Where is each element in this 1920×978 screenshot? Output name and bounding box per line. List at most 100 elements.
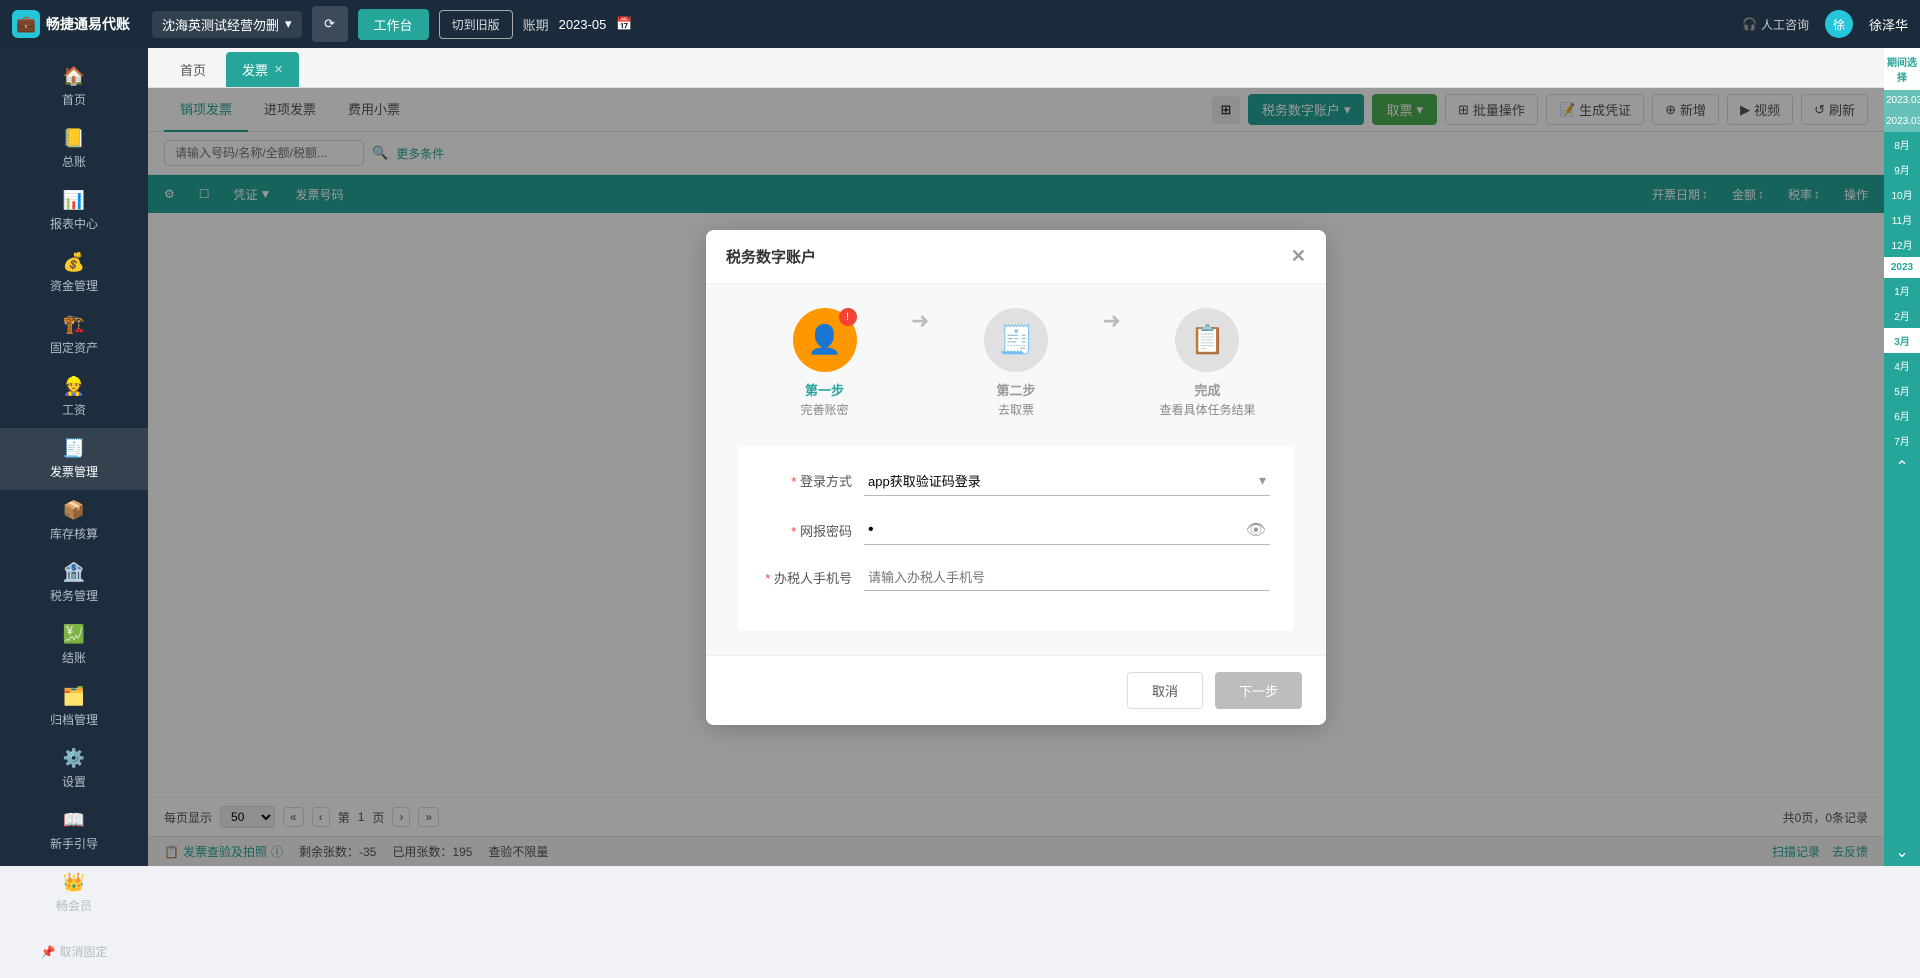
period-apr[interactable]: 4月 bbox=[1884, 353, 1920, 378]
login-method-label: * 登录方式 bbox=[762, 471, 852, 490]
sidebar-item-ledger[interactable]: 📒 总账 bbox=[0, 118, 148, 180]
chevron-down-icon: ▾ bbox=[285, 16, 292, 32]
sidebar-item-tax[interactable]: 🏦 税务管理 bbox=[0, 552, 148, 614]
period-2023-03-2[interactable]: 2023.03 bbox=[1884, 111, 1920, 132]
period-dec[interactable]: 12月 bbox=[1884, 232, 1920, 257]
settlement-icon: 💹 bbox=[63, 624, 85, 645]
sidebar-label-home: 首页 bbox=[62, 91, 86, 108]
sidebar-label-ledger: 总账 bbox=[62, 153, 86, 170]
sidebar-label-assets: 固定资产 bbox=[50, 339, 98, 356]
phone-group: * 办税人手机号 bbox=[762, 565, 1270, 591]
main-content: 首页 发票 ✕ 销项发票 进项发票 费用小票 ⊞ bbox=[148, 48, 1884, 866]
step-2: 🧾 第二步 去取票 bbox=[929, 308, 1102, 418]
avatar[interactable]: 徐 bbox=[1825, 10, 1853, 38]
period-may[interactable]: 5月 bbox=[1884, 378, 1920, 403]
invoice-tab-label: 发票 bbox=[242, 60, 268, 79]
sidebar-label-archive: 归档管理 bbox=[50, 711, 98, 728]
modal-close-button[interactable]: ✕ bbox=[1291, 246, 1306, 267]
top-bar: 💼 畅捷通易代账 沈海英测试经营勿删 ▾ ⟳ 工作台 切到旧版 账期 2023-… bbox=[0, 0, 1920, 48]
period-jan[interactable]: 1月 bbox=[1884, 278, 1920, 303]
sidebar-label-tax: 税务管理 bbox=[50, 587, 98, 604]
password-label: * 网报密码 bbox=[762, 521, 852, 540]
period-nov[interactable]: 11月 bbox=[1884, 207, 1920, 232]
modal-body: 👤 ! 第一步 完善账密 ➜ 🧾 bbox=[706, 284, 1326, 655]
tab-invoice[interactable]: 发票 ✕ bbox=[226, 52, 299, 87]
reports-icon: 📊 bbox=[63, 190, 85, 211]
scroll-up-icon[interactable]: ⌃ bbox=[1895, 457, 1908, 477]
period-jul[interactable]: 7月 bbox=[1884, 428, 1920, 453]
sidebar-item-payroll[interactable]: 👷 工资 bbox=[0, 366, 148, 428]
sidebar-label-invoice: 发票管理 bbox=[50, 463, 98, 480]
period-selector-header[interactable]: 期间选择 bbox=[1884, 48, 1920, 90]
period-label: 账期 bbox=[523, 15, 549, 34]
tab-close-icon[interactable]: ✕ bbox=[274, 63, 283, 76]
switch-version-button[interactable]: 切到旧版 bbox=[439, 10, 513, 39]
user-name: 徐泽华 bbox=[1869, 15, 1908, 34]
step2-icon-wrap: 🧾 bbox=[984, 308, 1048, 372]
sidebar-item-archive[interactable]: 🗂️ 归档管理 bbox=[0, 676, 148, 738]
period-oct[interactable]: 10月 bbox=[1884, 182, 1920, 207]
sidebar-item-assets[interactable]: 🏗️ 固定资产 bbox=[0, 304, 148, 366]
invoice-icon: 🧾 bbox=[63, 438, 85, 459]
phone-label: * 办税人手机号 bbox=[762, 568, 852, 587]
login-method-group: * 登录方式 app获取验证码登录 ▾ bbox=[762, 466, 1270, 496]
cancel-button[interactable]: 取消 bbox=[1127, 672, 1203, 709]
sidebar-item-settlement[interactable]: 💹 结账 bbox=[0, 614, 148, 676]
guide-icon: 📖 bbox=[63, 810, 85, 831]
period-2023-year[interactable]: 2023 bbox=[1884, 257, 1920, 278]
steps: 👤 ! 第一步 完善账密 ➜ 🧾 bbox=[738, 308, 1294, 418]
support-button[interactable]: 🎧 人工咨询 bbox=[1742, 16, 1809, 33]
sidebar-label-reports: 报表中心 bbox=[50, 215, 98, 232]
top-bar-right: 🎧 人工咨询 徐 徐泽华 bbox=[1742, 10, 1908, 38]
tab-home[interactable]: 首页 bbox=[164, 52, 222, 87]
scroll-down-icon[interactable]: ⌄ bbox=[1895, 842, 1908, 866]
step3-desc: 查看具体任务结果 bbox=[1159, 401, 1255, 418]
tab-bar: 首页 发票 ✕ bbox=[148, 48, 1884, 88]
home-tab-label: 首页 bbox=[180, 60, 206, 79]
cancel-fixed-button[interactable]: 📌 取消固定 bbox=[0, 935, 148, 968]
sidebar-item-inventory[interactable]: 📦 库存核算 bbox=[0, 490, 148, 552]
step-3: 📋 完成 查看具体任务结果 bbox=[1121, 308, 1294, 418]
password-group: * 网报密码 👁 bbox=[762, 516, 1270, 545]
payroll-icon: 👷 bbox=[63, 376, 85, 397]
step2-label: 第二步 bbox=[997, 380, 1036, 399]
logo-icon: 💼 bbox=[12, 10, 40, 38]
sidebar-label-inventory: 库存核算 bbox=[50, 525, 98, 542]
sidebar-label-settings: 设置 bbox=[62, 773, 86, 790]
vip-icon: 👑 bbox=[63, 872, 85, 893]
period-2023-03-1[interactable]: 2023.03 bbox=[1884, 90, 1920, 111]
sidebar-item-reports[interactable]: 📊 报表中心 bbox=[0, 180, 148, 242]
pin-icon: 📌 bbox=[41, 945, 56, 959]
period-panel: 期间选择 2023.03 2023.03 8月 9月 10月 11月 12月 2… bbox=[1884, 48, 1920, 866]
sidebar-item-settings[interactable]: ⚙️ 设置 bbox=[0, 738, 148, 800]
phone-input[interactable] bbox=[864, 565, 1270, 591]
workspace-button[interactable]: 工作台 bbox=[358, 9, 429, 40]
sidebar-item-guide[interactable]: 📖 新手引导 bbox=[0, 800, 148, 862]
step3-icon: 📋 bbox=[1190, 323, 1225, 356]
sidebar-label-guide: 新手引导 bbox=[50, 835, 98, 852]
sidebar-item-home[interactable]: 🏠 首页 bbox=[0, 56, 148, 118]
settings-icon: ⚙️ bbox=[63, 748, 85, 769]
step1-icon: 👤 bbox=[807, 323, 842, 356]
period-feb[interactable]: 2月 bbox=[1884, 303, 1920, 328]
period-sep[interactable]: 9月 bbox=[1884, 157, 1920, 182]
sidebar-label-vip: 畅会员 bbox=[56, 897, 92, 914]
eye-toggle-icon[interactable]: 👁 bbox=[1246, 520, 1266, 540]
sidebar-item-capital[interactable]: 💰 资金管理 bbox=[0, 242, 148, 304]
sidebar-item-invoice[interactable]: 🧾 发票管理 bbox=[0, 428, 148, 490]
sidebar-item-vip[interactable]: 👑 畅会员 bbox=[0, 862, 148, 924]
chevron-down-icon: ▾ bbox=[1259, 472, 1266, 489]
next-button[interactable]: 下一步 bbox=[1215, 672, 1302, 709]
period-aug[interactable]: 8月 bbox=[1884, 132, 1920, 157]
refresh-icon[interactable]: ⟳ bbox=[312, 6, 348, 42]
login-method-select[interactable]: app获取验证码登录 ▾ bbox=[864, 466, 1270, 496]
page-content: 销项发票 进项发票 费用小票 ⊞ 税务数字账户 ▾ 取票 ▾ bbox=[148, 88, 1884, 866]
step1-desc: 完善账密 bbox=[801, 401, 849, 418]
period-jun[interactable]: 6月 bbox=[1884, 403, 1920, 428]
period-mar[interactable]: 3月 bbox=[1884, 328, 1920, 353]
password-input[interactable] bbox=[868, 521, 1186, 539]
step2-desc: 去取票 bbox=[998, 401, 1034, 418]
calendar-icon[interactable]: 📅 bbox=[616, 16, 632, 32]
sidebar-bottom: 📌 取消固定 bbox=[0, 924, 148, 978]
company-selector[interactable]: 沈海英测试经营勿删 ▾ bbox=[152, 11, 302, 38]
